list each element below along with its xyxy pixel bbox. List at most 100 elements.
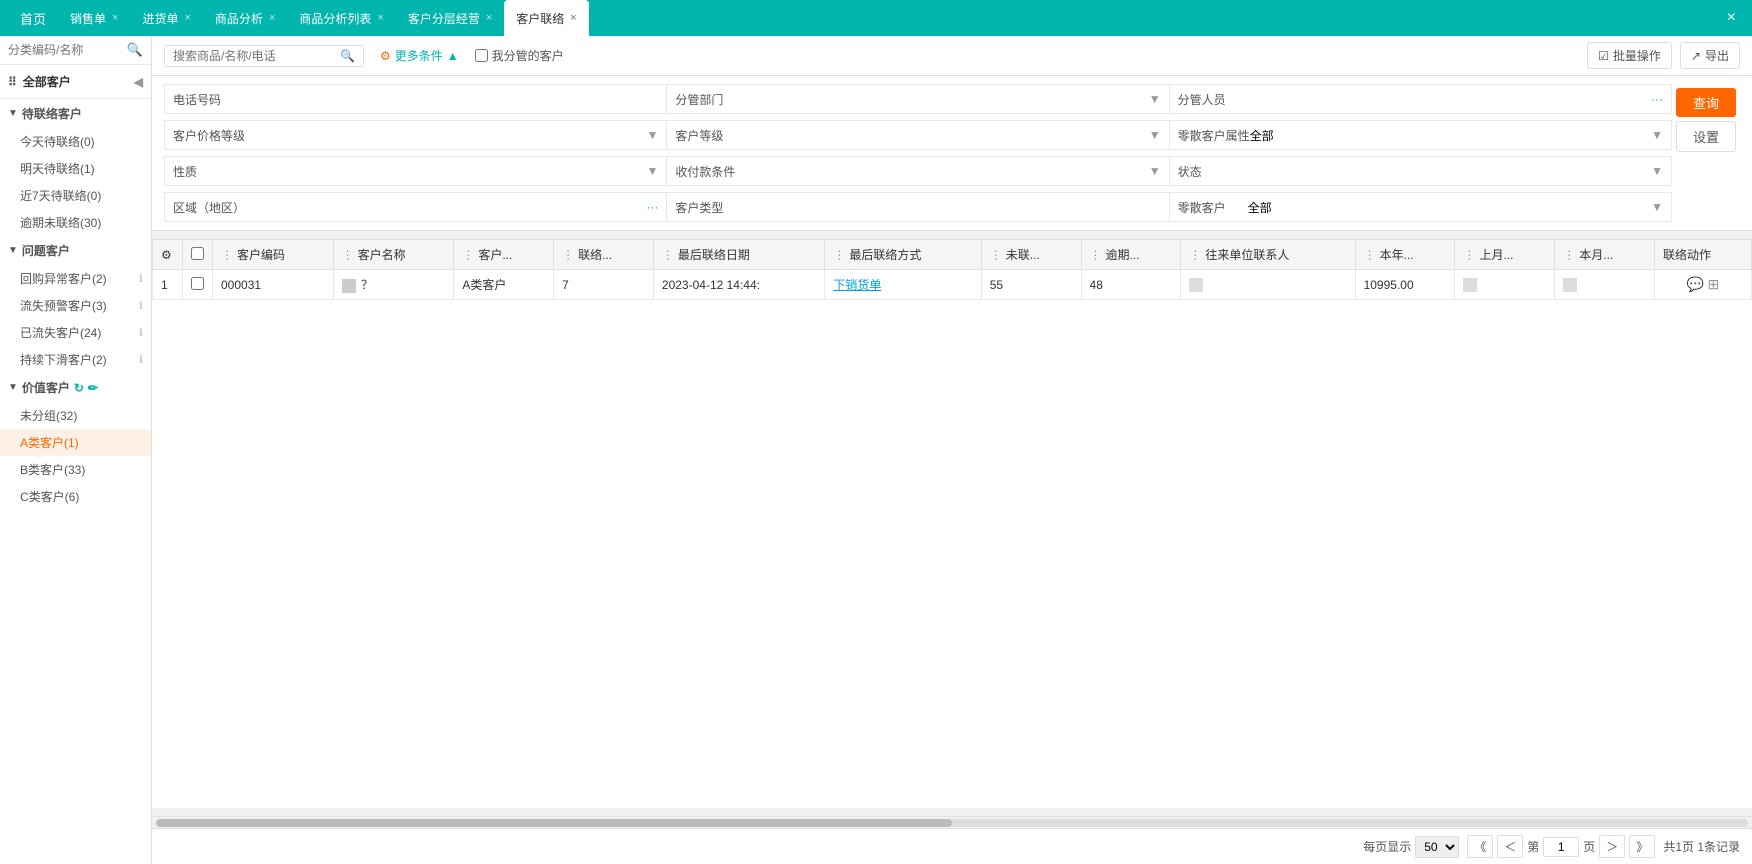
sidebar-search-input[interactable]	[8, 43, 127, 57]
filter-more-btn[interactable]: ⚙ 更多条件 ▲	[372, 44, 467, 67]
col-unit-contact[interactable]: ⋮往来单位联系人	[1181, 240, 1355, 270]
sidebar-section-value[interactable]: ▼ 价值客户 ↻ ✏	[0, 373, 151, 402]
cell-contact-count: 7	[554, 270, 654, 300]
cell-last-contact-way[interactable]: 下销货单	[825, 270, 981, 300]
horizontal-scrollbar[interactable]	[152, 816, 1752, 828]
filter-customer-level-select[interactable]: ▼	[745, 128, 1160, 142]
filter-dept-select[interactable]: ▼	[745, 92, 1160, 106]
sidebar-collapse-btn[interactable]: ◀	[134, 75, 143, 89]
prev-page-btn[interactable]: ＜	[1497, 835, 1523, 858]
col-code[interactable]: ⋮客户编码	[213, 240, 334, 270]
edit-icon[interactable]: ✏	[88, 381, 98, 395]
filter-region-input[interactable]	[245, 200, 646, 214]
price-arrow-icon: ▼	[646, 128, 658, 142]
col-customer-type[interactable]: ⋮客户...	[454, 240, 554, 270]
export-btn[interactable]: ↗ 导出	[1680, 42, 1740, 69]
sidebar-all-customers[interactable]: ⠿ 全部客户 ◀	[0, 65, 151, 99]
filter-price-select[interactable]: ▼	[245, 128, 658, 142]
col-last-month[interactable]: ⋮上月...	[1455, 240, 1555, 270]
sidebar-item-abnormal[interactable]: 回购异常客户(2) ℹ	[0, 265, 151, 292]
query-btn[interactable]: 查询	[1676, 88, 1736, 117]
sidebar-item-class-a[interactable]: A类客户(1)	[0, 429, 151, 456]
sidebar-item-ungrouped[interactable]: 未分组(32)	[0, 402, 151, 429]
qr-action-icon[interactable]: ⊞	[1708, 276, 1720, 292]
filter-row-1: 电话号码 分管部门 ▼ 分管人员 ···	[164, 84, 1672, 114]
nav-customer-tier[interactable]: 客户分层经营 ×	[396, 0, 504, 36]
sidebar-item-7days[interactable]: 近7天待联络(0)	[0, 182, 151, 209]
nav-sales[interactable]: 销售单 ×	[58, 0, 130, 36]
sidebar-item-class-b[interactable]: B类客户(33)	[0, 456, 151, 483]
close-analysis-list-tab[interactable]: ×	[377, 12, 383, 24]
nav-purchase[interactable]: 进货单 ×	[130, 0, 202, 36]
last-contact-way-link[interactable]: 下销货单	[833, 278, 881, 292]
nav-customer-contact[interactable]: 客户联络 ×	[504, 0, 588, 36]
last-page-btn[interactable]: 》	[1629, 835, 1655, 858]
nav-home[interactable]: 首页	[8, 0, 58, 36]
batch-op-btn[interactable]: ☑ 批量操作	[1587, 42, 1672, 69]
sidebar-item-tomorrow[interactable]: 明天待联络(1)	[0, 155, 151, 182]
sidebar-item-today[interactable]: 今天待联络(0)	[0, 128, 151, 155]
my-customer-checkbox[interactable]: 我分管的客户	[475, 47, 564, 64]
col-this-month[interactable]: ⋮本月...	[1555, 240, 1655, 270]
sidebar-item-churn-warn[interactable]: 流失预警客户(3) ℹ	[0, 292, 151, 319]
sidebar-section-problem[interactable]: ▼ 问题客户	[0, 236, 151, 265]
col-contact-count[interactable]: ⋮联络...	[554, 240, 654, 270]
filter-status-select[interactable]: ▼	[1248, 164, 1663, 178]
first-page-btn[interactable]: 《	[1467, 835, 1493, 858]
cell-overdue: 48	[1081, 270, 1181, 300]
scroll-thumb[interactable]	[156, 819, 952, 827]
sidebar-section-pending[interactable]: ▼ 待联络客户	[0, 99, 151, 128]
unit-contact-square	[1189, 278, 1203, 292]
refresh-icon[interactable]: ↻	[74, 381, 84, 395]
col-settings[interactable]: ⚙	[153, 240, 183, 270]
cell-checkbox[interactable]	[183, 270, 213, 300]
chat-action-icon[interactable]: 💬	[1687, 276, 1704, 292]
toolbar-search-input[interactable]	[173, 49, 340, 63]
filter-retail-select[interactable]: 全部 ▼	[1248, 199, 1663, 216]
filter-retail-attr-select[interactable]: 全部 ▼	[1250, 127, 1663, 144]
filter-nature-select[interactable]: ▼	[243, 164, 658, 178]
page-number-input[interactable]	[1543, 837, 1579, 857]
nav-analysis[interactable]: 商品分析 ×	[203, 0, 287, 36]
nav-analysis-list[interactable]: 商品分析列表 ×	[287, 0, 395, 36]
filter-phone-input[interactable]	[243, 92, 658, 106]
filter-customer-type-label: 客户类型	[675, 199, 745, 216]
close-customer-tier-tab[interactable]: ×	[486, 12, 492, 24]
col-last-contact-way[interactable]: ⋮最后联络方式	[825, 240, 981, 270]
settings-btn[interactable]: 设置	[1676, 121, 1736, 152]
close-customer-contact-tab[interactable]: ×	[570, 12, 576, 24]
sidebar-search-icon[interactable]: 🔍	[127, 42, 143, 58]
col-name[interactable]: ⋮客户名称	[333, 240, 454, 270]
close-window-btn[interactable]: ×	[1719, 9, 1744, 27]
cell-actions[interactable]: 💬 ⊞	[1655, 270, 1752, 300]
sidebar-search-box[interactable]: 🔍	[0, 36, 151, 65]
col-last-contact-date[interactable]: ⋮最后联络日期	[653, 240, 824, 270]
sidebar-item-declining[interactable]: 持续下滑客户(2) ℹ	[0, 346, 151, 373]
table-header-row: ⚙ ⋮客户编码 ⋮客户名称 ⋮客户... ⋮联络... ⋮最后联络日期 ⋮最后联…	[153, 240, 1752, 270]
filter-payment-select[interactable]: ▼	[745, 164, 1160, 178]
batch-icon: ☑	[1598, 49, 1609, 63]
sidebar-item-class-c[interactable]: C类客户(6)	[0, 483, 151, 510]
next-page-btn[interactable]: ＞	[1599, 835, 1625, 858]
sidebar-item-churned[interactable]: 已流失客户(24) ℹ	[0, 319, 151, 346]
toolbar-search-box[interactable]: 🔍	[164, 45, 364, 67]
scroll-track[interactable]	[156, 819, 1748, 827]
my-customer-check[interactable]	[475, 49, 488, 62]
filter-customer-type-input[interactable]	[745, 200, 1160, 214]
col-checkbox[interactable]	[183, 240, 213, 270]
filter-region-more[interactable]: ···	[646, 200, 658, 214]
col-this-year[interactable]: ⋮本年...	[1355, 240, 1455, 270]
row-checkbox[interactable]	[191, 277, 204, 290]
close-sales-tab[interactable]: ×	[112, 12, 118, 24]
col-overdue[interactable]: ⋮逾期...	[1081, 240, 1181, 270]
toolbar-search-icon[interactable]: 🔍	[340, 49, 355, 63]
filter-icon: ⚙	[380, 49, 391, 63]
col-not-contacted[interactable]: ⋮未联...	[981, 240, 1081, 270]
filter-manager-more[interactable]: ···	[1651, 92, 1663, 106]
sidebar-item-overdue[interactable]: 逾期未联络(30)	[0, 209, 151, 236]
close-purchase-tab[interactable]: ×	[184, 12, 190, 24]
filter-manager-input[interactable]	[1248, 92, 1651, 106]
select-all-checkbox[interactable]	[191, 247, 204, 260]
close-analysis-tab[interactable]: ×	[269, 12, 275, 24]
page-size-dropdown[interactable]: 50	[1415, 836, 1459, 858]
